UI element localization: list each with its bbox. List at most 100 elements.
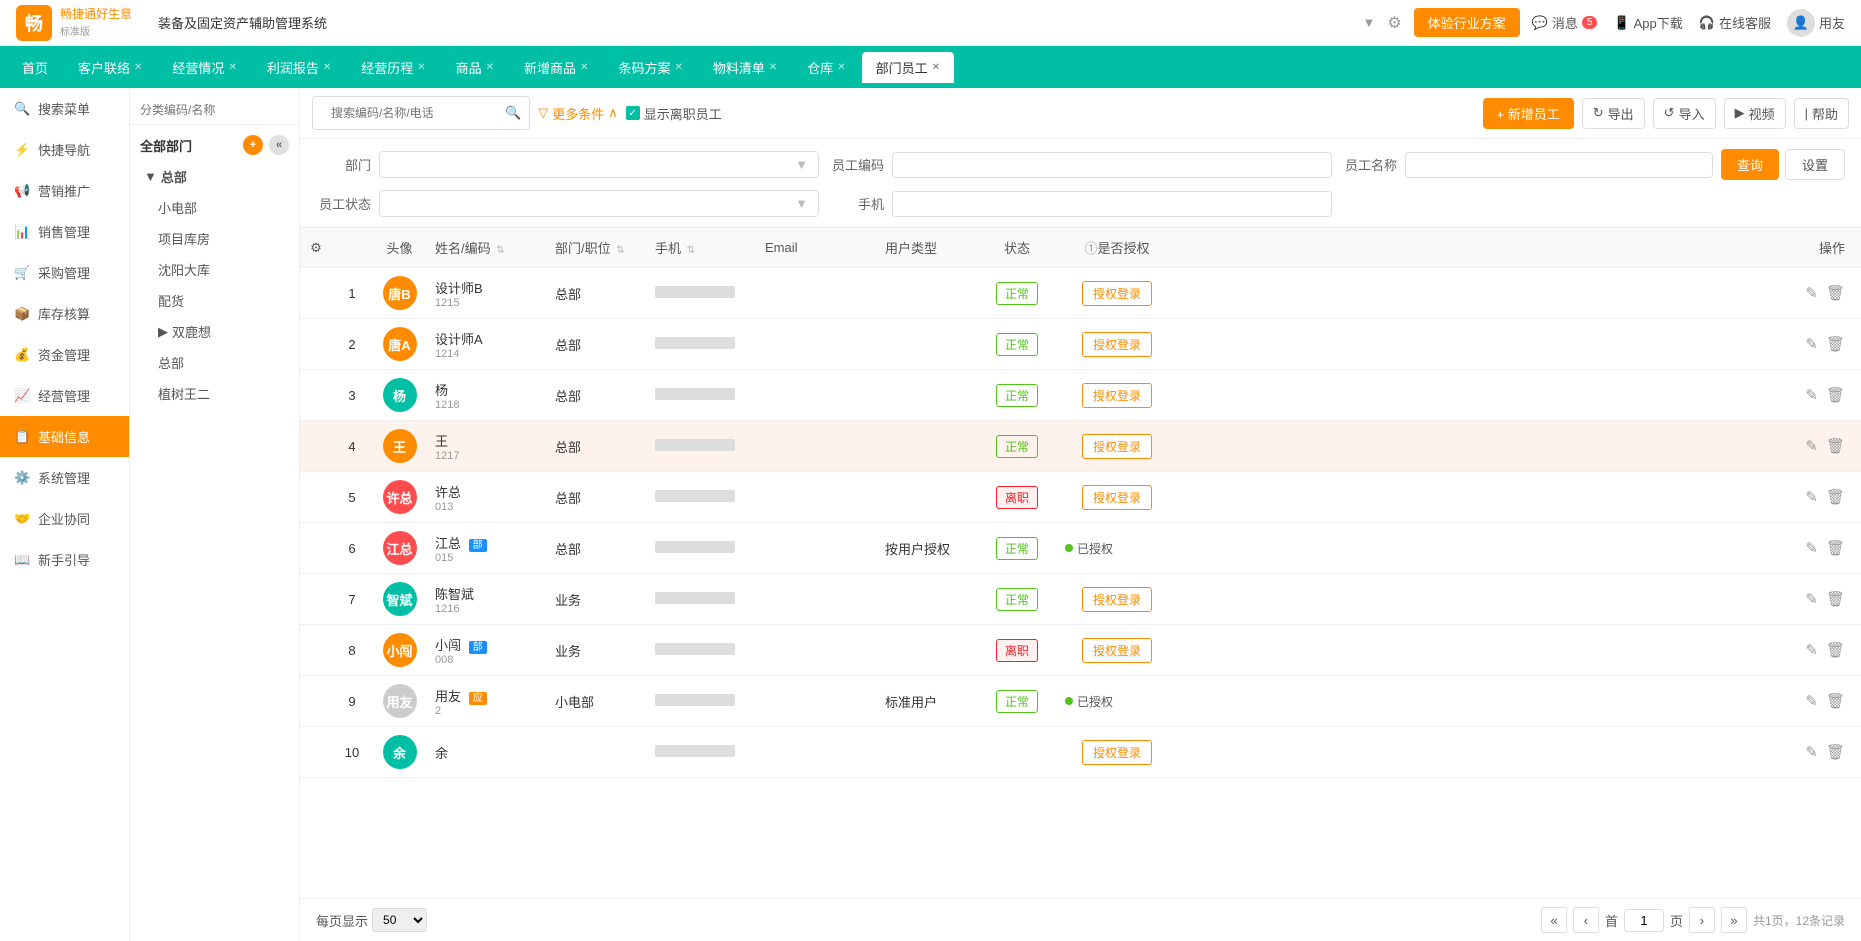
sidebar-item-finance[interactable]: 💰 资金管理 [0,334,129,375]
close-icon[interactable]: ✕ [837,62,845,73]
delete-icon[interactable]: 🗑 [1826,437,1845,455]
dept-item-project[interactable]: 项目库房 [130,223,299,254]
close-icon[interactable]: ✕ [674,62,682,73]
delete-icon[interactable]: 🗑 [1826,743,1845,761]
auth-login-btn[interactable]: 授权登录 [1082,281,1152,306]
sidebar-item-guide[interactable]: 📖 新手引导 [0,539,129,580]
tab-home[interactable]: 首页 [8,52,62,83]
tab-goods[interactable]: 商品✕ [442,52,508,83]
dropdown-arrow[interactable]: ▼ [1362,15,1375,30]
tab-profit[interactable]: 利润报告✕ [253,52,345,83]
page-number-input[interactable] [1624,909,1664,932]
import-button[interactable]: ↺ 导入 [1653,98,1716,129]
empstatus-select[interactable]: ▼ [379,190,819,217]
dept-collapse-btn[interactable]: « [269,135,289,155]
edit-icon[interactable]: ✎ [1805,590,1818,608]
delete-icon[interactable]: 🗑 [1826,335,1845,353]
user-action[interactable]: 👤 用友 [1787,9,1845,37]
dept-item-zongbu[interactable]: ▼ 总部 [130,161,299,192]
online-service-action[interactable]: 🎧 在线客服 [1699,13,1771,32]
edit-icon[interactable]: ✎ [1805,386,1818,404]
close-icon[interactable]: ✕ [323,62,331,73]
sidebar-item-management[interactable]: 📈 经营管理 [0,375,129,416]
close-icon[interactable]: ✕ [228,62,236,73]
add-employee-button[interactable]: + 新增员工 [1483,98,1574,129]
edit-icon[interactable]: ✎ [1805,641,1818,659]
empname-input[interactable] [1405,152,1713,178]
sidebar-item-basic[interactable]: 📋 基础信息 [0,416,129,457]
tab-bom[interactable]: 物料清单✕ [699,52,791,83]
help-button[interactable]: | 帮助 [1794,98,1849,129]
per-page-select[interactable]: 50 100 200 [372,908,427,932]
delete-icon[interactable]: 🗑 [1826,284,1845,302]
sidebar-item-collab[interactable]: 🤝 企业协同 [0,498,129,539]
tab-employee[interactable]: 部门员工✕ [862,52,954,83]
edit-icon[interactable]: ✎ [1805,488,1818,506]
auth-login-btn[interactable]: 授权登录 [1082,638,1152,663]
sidebar-item-inventory[interactable]: 📦 库存核算 [0,293,129,334]
close-icon[interactable]: ✕ [486,62,494,73]
delete-icon[interactable]: 🗑 [1826,641,1845,659]
close-icon[interactable]: ✕ [417,62,425,73]
auth-login-btn[interactable]: 授权登录 [1082,740,1152,765]
tab-barcode[interactable]: 条码方案✕ [604,52,696,83]
sidebar-item-marketing[interactable]: 📢 营销推广 [0,170,129,211]
view-button[interactable]: ▶ 视频 [1724,98,1786,129]
delete-icon[interactable]: 🗑 [1826,386,1845,404]
reset-button[interactable]: 设置 [1785,149,1845,180]
delete-icon[interactable]: 🗑 [1826,488,1845,506]
sidebar-item-purchase[interactable]: 🛒 采购管理 [0,252,129,293]
search-input[interactable] [321,101,501,125]
auth-login-btn[interactable]: 授权登录 [1082,485,1152,510]
edit-icon[interactable]: ✎ [1805,692,1818,710]
dept-item-shuanglu[interactable]: ▶ 双鹿想 [130,316,299,347]
sidebar-item-system[interactable]: ⚙️ 系统管理 [0,457,129,498]
phone-input[interactable] [892,191,1332,217]
dept-item-xiaodibu[interactable]: 小电部 [130,192,299,223]
edit-icon[interactable]: ✎ [1805,335,1818,353]
dept-item-peihuo[interactable]: 配货 [130,285,299,316]
settings-icon[interactable]: ⚙ [1387,13,1401,33]
tab-addgoods[interactable]: 新增商品✕ [510,52,602,83]
edit-icon[interactable]: ✎ [1805,539,1818,557]
close-icon[interactable]: ✕ [769,62,777,73]
close-icon[interactable]: ✕ [932,62,940,73]
sidebar-item-sales[interactable]: 📊 销售管理 [0,211,129,252]
auth-login-btn[interactable]: 授权登录 [1082,434,1152,459]
auth-login-btn[interactable]: 授权登录 [1082,587,1152,612]
search-btn-icon[interactable]: 🔍 [505,105,521,121]
app-download-action[interactable]: 📱 App下载 [1613,13,1682,32]
close-icon[interactable]: ✕ [580,62,588,73]
first-page-btn[interactable]: « [1541,907,1567,933]
query-button[interactable]: 查询 [1721,149,1779,180]
last-page-btn[interactable]: » [1721,907,1747,933]
delete-icon[interactable]: 🗑 [1826,590,1845,608]
next-page-btn[interactable]: › [1689,907,1715,933]
dept-add-btn[interactable]: + [243,135,263,155]
col-name-header[interactable]: 姓名/编码 ⇅ [427,228,547,268]
tab-operation[interactable]: 经营情况✕ [158,52,250,83]
show-resigned-toggle[interactable]: ✓ 显示离职员工 [626,104,722,123]
more-filter-btn[interactable]: ▽ 更多条件 ∧ [538,104,618,123]
auth-login-btn[interactable]: 授权登录 [1082,332,1152,357]
dept-search-input[interactable] [140,103,295,117]
experience-button[interactable]: 体验行业方案 [1414,8,1520,37]
dept-item-zongbu2[interactable]: 总部 [130,347,299,378]
sidebar-item-shortcut[interactable]: ⚡ 快捷导航 [0,129,129,170]
auth-login-btn[interactable]: 授权登录 [1082,383,1152,408]
prev-page-btn[interactable]: ‹ [1573,907,1599,933]
empcode-input[interactable] [892,152,1332,178]
dept-item-zhishu[interactable]: 植树王二 [130,378,299,409]
col-phone-header[interactable]: 手机 ⇅ [647,228,757,268]
edit-icon[interactable]: ✎ [1805,743,1818,761]
delete-icon[interactable]: 🗑 [1826,539,1845,557]
sidebar-item-search[interactable]: 🔍 搜索菜单 [0,88,129,129]
edit-icon[interactable]: ✎ [1805,284,1818,302]
tab-process[interactable]: 经营历程✕ [347,52,439,83]
tab-warehouse[interactable]: 仓库✕ [793,52,859,83]
export-button[interactable]: ↻ 导出 [1582,98,1645,129]
tab-customer[interactable]: 客户联络✕ [64,52,156,83]
dept-select[interactable]: ▼ [379,151,819,178]
edit-icon[interactable]: ✎ [1805,437,1818,455]
dept-item-shenyang[interactable]: 沈阳大库 [130,254,299,285]
